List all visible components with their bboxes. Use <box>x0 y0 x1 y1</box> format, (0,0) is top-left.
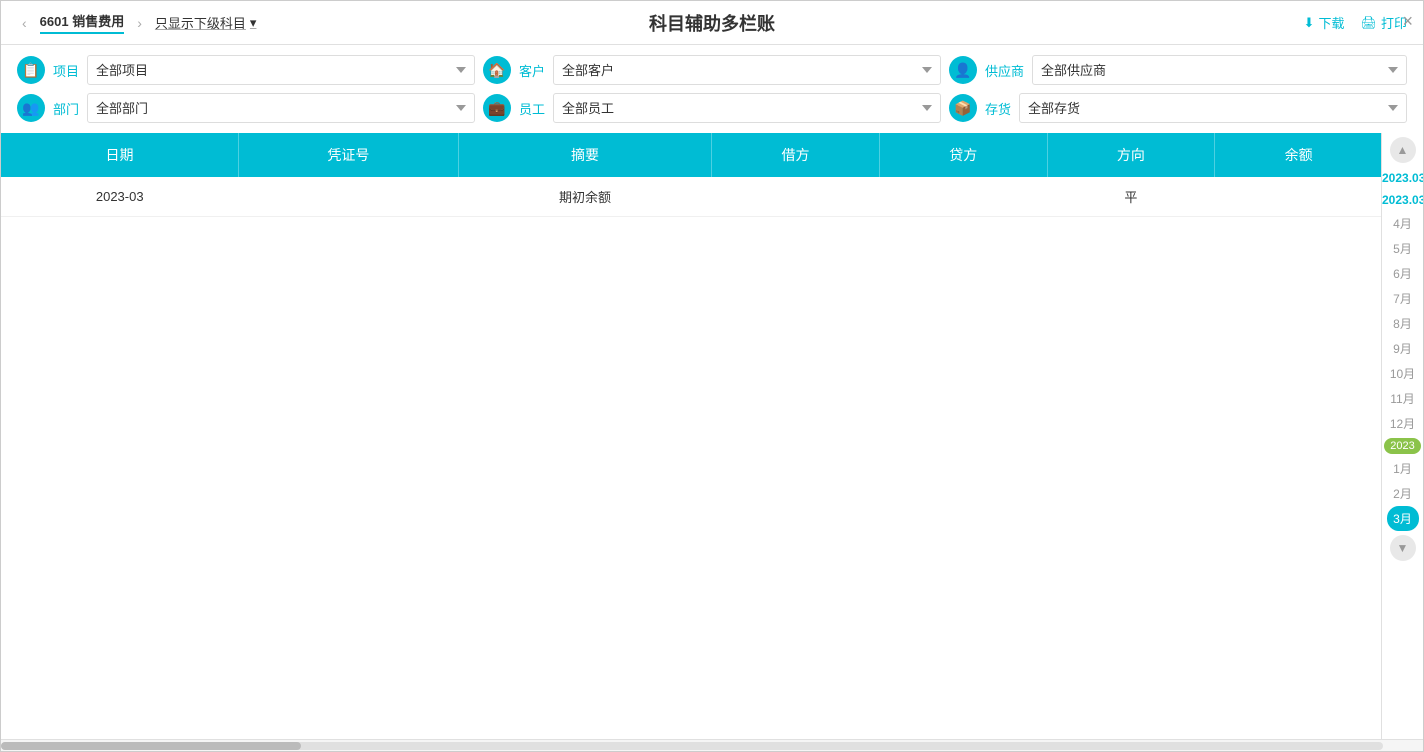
filter-supplier: 👤 供应商 全部供应商 <box>949 55 1407 85</box>
table-container: 日期 凭证号 摘要 借方 贷方 方向 余额 2023-03期初余额平 <box>1 133 1423 739</box>
main-window: ‹ 6601 销售费用 › 只显示下级科目 ▾ 科目辅助多栏账 ⬇ 下载 🖨 打… <box>0 0 1424 752</box>
timeline-down-button[interactable]: ▼ <box>1390 535 1416 561</box>
show-sub-button[interactable]: 只显示下级科目 ▾ <box>155 13 257 32</box>
timeline-month-7[interactable]: 7月 <box>1382 286 1423 311</box>
col-date: 日期 <box>1 133 238 177</box>
close-button[interactable]: × <box>1402 11 1413 32</box>
timeline-month-9[interactable]: 9月 <box>1382 336 1423 361</box>
scrollbar-thumb[interactable] <box>1 742 301 750</box>
timeline-period-section: 2023.03 2023.03 <box>1382 167 1423 211</box>
download-icon: ⬇ <box>1304 15 1315 31</box>
dept-select[interactable]: 全部部门 <box>87 93 475 123</box>
page-title: 科目辅助多栏账 <box>649 10 775 36</box>
title-right: ⬇ 下载 🖨 打印 <box>1304 13 1407 32</box>
filter-customer: 🏠 客户 全部客户 <box>483 55 941 85</box>
timeline-month-12[interactable]: 12月 <box>1382 411 1423 436</box>
timeline-sidebar: ▲ 2023.03 2023.03 4月 5月 6月 7月 8月 9月 10月 … <box>1381 133 1423 739</box>
filter-area: 📋 项目 全部项目 🏠 客户 全部客户 👤 供应商 全部供应商 👥 部门 全 <box>1 45 1423 133</box>
dept-icon: 👥 <box>17 94 45 122</box>
project-select[interactable]: 全部项目 <box>87 55 475 85</box>
col-debit: 借方 <box>712 133 880 177</box>
customer-select[interactable]: 全部客户 <box>553 55 941 85</box>
supplier-select[interactable]: 全部供应商 <box>1032 55 1407 85</box>
supplier-label: 供应商 <box>985 61 1024 80</box>
title-bar: ‹ 6601 销售费用 › 只显示下级科目 ▾ 科目辅助多栏账 ⬇ 下载 🖨 打… <box>1 1 1423 45</box>
ledger-table: 日期 凭证号 摘要 借方 贷方 方向 余额 2023-03期初余额平 <box>1 133 1383 217</box>
timeline-month-10[interactable]: 10月 <box>1382 361 1423 386</box>
col-voucher: 凭证号 <box>238 133 458 177</box>
project-label: 项目 <box>53 61 79 80</box>
timeline-period-1[interactable]: 2023.03 <box>1382 167 1423 189</box>
timeline-month-4[interactable]: 4月 <box>1382 211 1423 236</box>
dropdown-icon: ▾ <box>250 15 257 31</box>
filter-employee: 💼 员工 全部员工 <box>483 93 941 123</box>
stock-select[interactable]: 全部存货 <box>1019 93 1407 123</box>
timeline-up-button[interactable]: ▲ <box>1390 137 1416 163</box>
employee-select[interactable]: 全部员工 <box>553 93 941 123</box>
filter-dept: 👥 部门 全部部门 <box>17 93 475 123</box>
supplier-icon: 👤 <box>949 56 977 84</box>
nav-next-button[interactable]: › <box>132 13 147 33</box>
timeline-month-3-active[interactable]: 3月 <box>1387 506 1419 531</box>
table-header-row: 日期 凭证号 摘要 借方 贷方 方向 余额 <box>1 133 1383 177</box>
timeline-month-11[interactable]: 11月 <box>1382 386 1423 411</box>
col-direction: 方向 <box>1047 133 1215 177</box>
timeline-month-1[interactable]: 1月 <box>1382 456 1423 481</box>
col-credit: 贷方 <box>879 133 1047 177</box>
dept-label: 部门 <box>53 99 79 118</box>
timeline-month-6[interactable]: 6月 <box>1382 261 1423 286</box>
customer-label: 客户 <box>519 61 545 80</box>
customer-icon: 🏠 <box>483 56 511 84</box>
timeline-month-8[interactable]: 8月 <box>1382 311 1423 336</box>
timeline-period-2[interactable]: 2023.03 <box>1382 189 1423 211</box>
col-balance: 余额 <box>1215 133 1383 177</box>
scrollbar-track <box>1 742 1383 750</box>
timeline-month-5[interactable]: 5月 <box>1382 236 1423 261</box>
timeline-year-badge: 2023 <box>1384 438 1420 454</box>
timeline-month-2[interactable]: 2月 <box>1382 481 1423 506</box>
filter-project: 📋 项目 全部项目 <box>17 55 475 85</box>
print-icon: 🖨 <box>1360 15 1377 31</box>
col-summary: 摘要 <box>458 133 711 177</box>
filter-stock: 📦 存货 全部存货 <box>949 93 1407 123</box>
stock-label: 存货 <box>985 99 1011 118</box>
bottom-scrollbar[interactable] <box>1 739 1423 751</box>
title-left: ‹ 6601 销售费用 › 只显示下级科目 ▾ <box>17 11 256 34</box>
account-code: 6601 销售费用 <box>40 11 125 34</box>
download-button[interactable]: ⬇ 下载 <box>1304 13 1345 32</box>
print-button[interactable]: 🖨 打印 <box>1360 13 1407 32</box>
table-row: 2023-03期初余额平 <box>1 177 1383 217</box>
employee-icon: 💼 <box>483 94 511 122</box>
nav-prev-button[interactable]: ‹ <box>17 13 32 33</box>
project-icon: 📋 <box>17 56 45 84</box>
stock-icon: 📦 <box>949 94 977 122</box>
employee-label: 员工 <box>519 99 545 118</box>
